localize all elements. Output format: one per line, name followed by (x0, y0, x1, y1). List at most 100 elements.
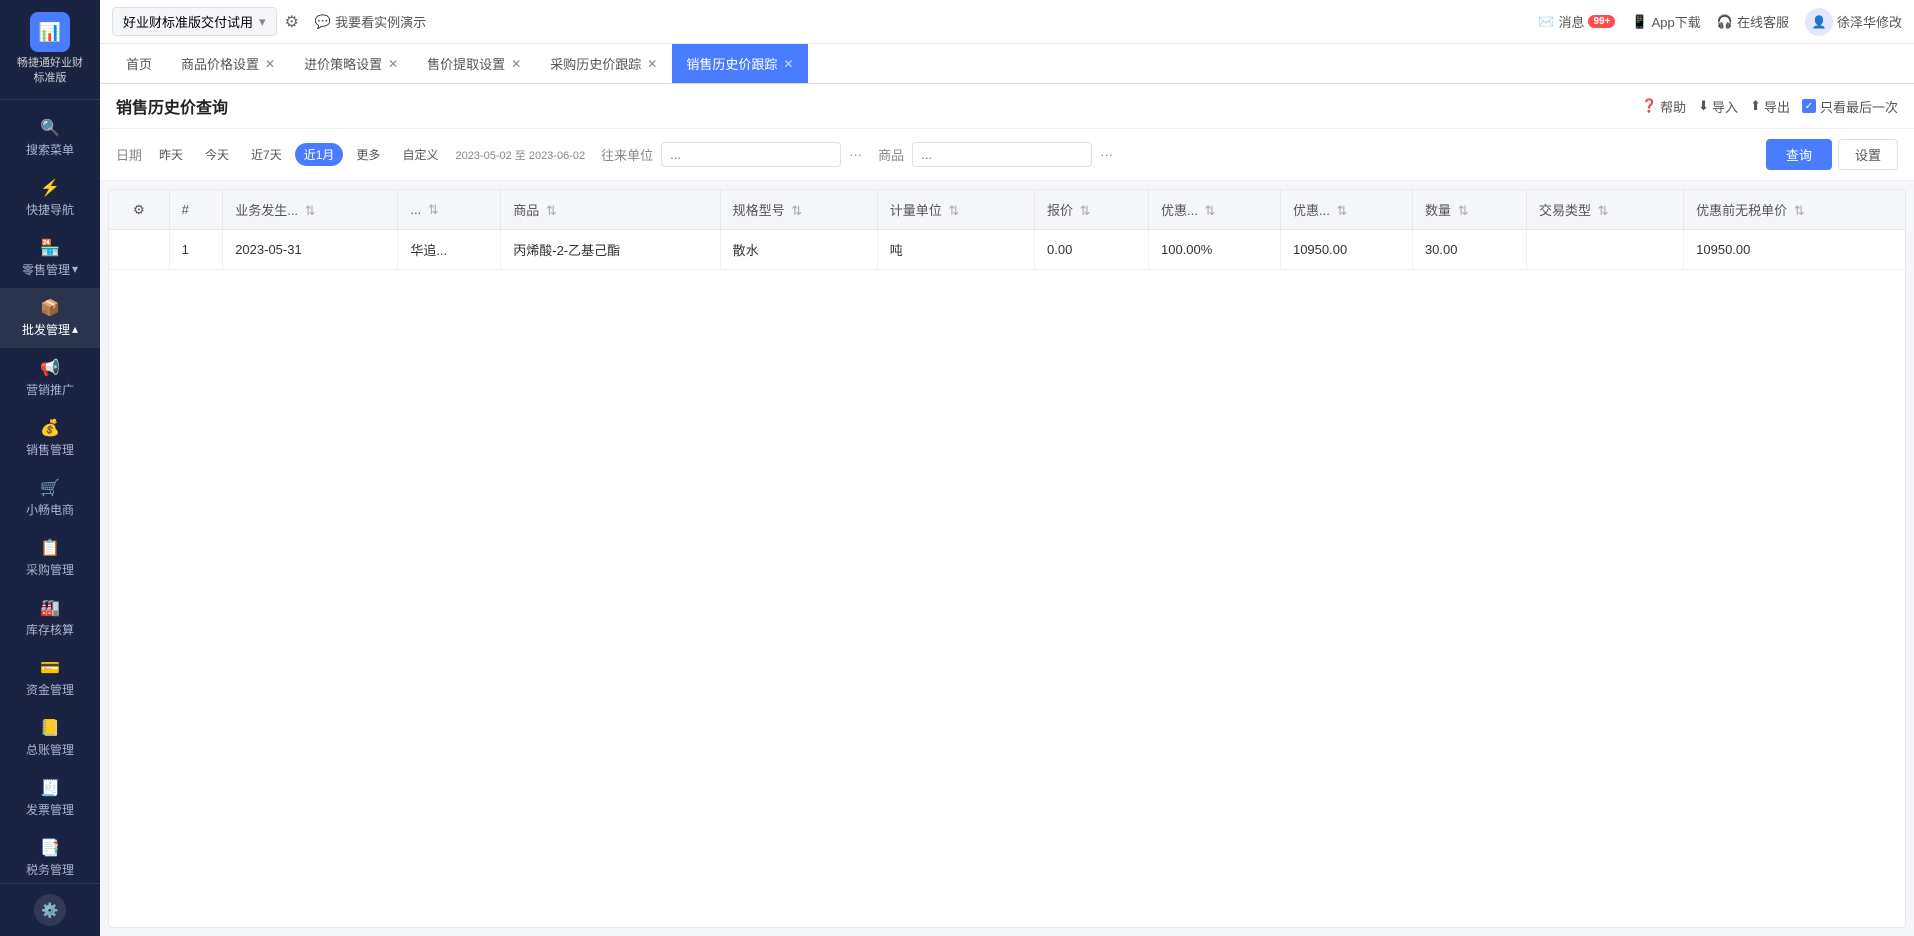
tab-product-price[interactable]: 商品价格设置 ✕ (167, 44, 290, 84)
th-price[interactable]: 报价 ⇅ (1035, 190, 1149, 230)
settings-icon[interactable]: ⚙️ (34, 894, 66, 926)
inventory-icon: 🏭 (40, 598, 60, 618)
sidebar-item-capital-mgmt[interactable]: 💳 资金管理 (0, 648, 100, 708)
td-tx-type (1526, 230, 1683, 270)
th-tx-type[interactable]: 交易类型 ⇅ (1526, 190, 1683, 230)
settings-button[interactable]: 设置 (1838, 139, 1898, 170)
main-content: 好业财标准版交付试用 ▾ ⚙ 💬 我要看实例演示 ✉️ 消息 99+ 📱 App… (100, 0, 1914, 936)
td-unit: 吨 (877, 230, 1034, 270)
close-icon[interactable]: ✕ (783, 57, 793, 71)
sidebar-item-quick-nav[interactable]: ⚡ 快捷导航 (0, 168, 100, 228)
topbar-right: ✉️ 消息 99+ 📱 App下载 🎧 在线客服 👤 徐泽华修改 (1538, 8, 1902, 36)
source-more-icon[interactable]: ··· (849, 147, 862, 162)
wholesale-icon: 📦 (40, 298, 60, 318)
th-discount2[interactable]: 优惠... ⇅ (1280, 190, 1412, 230)
td-spec: 散水 (720, 230, 877, 270)
app-logo-icon: 📊 (30, 12, 70, 52)
close-icon[interactable]: ✕ (265, 57, 275, 71)
demo-icon: 💬 (315, 14, 331, 30)
th-more1[interactable]: ... ⇅ (398, 190, 501, 230)
message-button[interactable]: ✉️ 消息 99+ (1538, 12, 1615, 31)
filter-section: 日期 昨天 今天 近7天 近1月 更多 自定义 2023-05-02 至 202… (100, 129, 1914, 181)
app-download-button[interactable]: 📱 App下载 (1631, 12, 1700, 31)
import-icon: ⬇ (1698, 98, 1709, 114)
search-icon: 🔍 (40, 118, 60, 138)
th-discount1[interactable]: 优惠... ⇅ (1148, 190, 1280, 230)
sidebar-item-tax-mgmt[interactable]: 📑 税务管理 (0, 828, 100, 883)
only-last-checkbox[interactable]: ✓ 只看最后一次 (1802, 97, 1898, 116)
ec-icon: 🛒 (40, 478, 60, 498)
export-link[interactable]: ⬆ 导出 (1750, 97, 1790, 116)
sidebar-item-xiaochang-ec[interactable]: 🛒 小畅电商 (0, 468, 100, 528)
sidebar-item-sales-mgmt[interactable]: 💰 销售管理 (0, 408, 100, 468)
tax-icon: 📑 (40, 838, 60, 858)
date-btn-yesterday[interactable]: 昨天 (150, 143, 192, 166)
th-pretax-price[interactable]: 优惠前无税单价 ⇅ (1684, 190, 1905, 230)
sort-icon: ⇅ (546, 203, 557, 218)
close-icon[interactable]: ✕ (388, 57, 398, 71)
td-gear (109, 230, 169, 270)
source-label: 往来单位 (601, 145, 653, 164)
td-biz-date: 2023-05-31 (223, 230, 398, 270)
version-selector[interactable]: 好业财标准版交付试用 ▾ (112, 7, 277, 36)
sidebar-item-retail-mgmt[interactable]: 🏪 零售管理 ▾ (0, 228, 100, 288)
gear-icon[interactable]: ⚙ (285, 12, 299, 32)
purchase-icon: 📋 (40, 538, 60, 558)
checkbox-icon: ✓ (1802, 99, 1816, 113)
date-btn-1month[interactable]: 近1月 (295, 143, 344, 166)
sidebar-item-marketing[interactable]: 📢 营销推广 (0, 348, 100, 408)
sidebar-logo: 📊 畅捷通好业财 标准版 (0, 0, 100, 100)
close-icon[interactable]: ✕ (511, 57, 521, 71)
message-badge: 99+ (1588, 15, 1615, 28)
demo-link[interactable]: 💬 我要看实例演示 (315, 12, 426, 31)
sidebar-item-invoice-mgmt[interactable]: 🧾 发票管理 (0, 768, 100, 828)
sort-icon: ⇅ (1458, 203, 1469, 218)
date-btn-today[interactable]: 今天 (196, 143, 238, 166)
user-menu[interactable]: 👤 徐泽华修改 (1805, 8, 1902, 36)
import-link[interactable]: ⬇ 导入 (1698, 97, 1738, 116)
source-input[interactable] (661, 142, 841, 167)
th-qty[interactable]: 数量 ⇅ (1412, 190, 1526, 230)
tab-price-extract[interactable]: 售价提取设置 ✕ (413, 44, 536, 84)
td-price: 0.00 (1035, 230, 1149, 270)
tab-price-strategy[interactable]: 进价策略设置 ✕ (290, 44, 413, 84)
sort-icon: ⇅ (791, 203, 802, 218)
online-service-button[interactable]: 🎧 在线客服 (1717, 12, 1789, 31)
sidebar-item-general-ledger[interactable]: 📒 总账管理 (0, 708, 100, 768)
query-button[interactable]: 查询 (1766, 139, 1832, 170)
chevron-up-icon: ▴ (72, 322, 78, 336)
sidebar-item-wholesale-mgmt[interactable]: 📦 批发管理 ▴ (0, 288, 100, 348)
tabbar: 首页 商品价格设置 ✕ 进价策略设置 ✕ 售价提取设置 ✕ 采购历史价跟踪 ✕ … (100, 44, 1914, 84)
sidebar-item-inventory[interactable]: 🏭 库存核算 (0, 588, 100, 648)
quick-nav-icon: ⚡ (40, 178, 60, 198)
app-logo-text: 畅捷通好业财 标准版 (17, 56, 83, 87)
tab-purchase-history[interactable]: 采购历史价跟踪 ✕ (536, 44, 672, 84)
date-btn-custom[interactable]: 自定义 (393, 143, 447, 166)
product-more-icon[interactable]: ··· (1100, 147, 1113, 162)
th-spec[interactable]: 规格型号 ⇅ (720, 190, 877, 230)
mobile-icon: 📱 (1631, 14, 1647, 30)
sidebar-item-search-menu[interactable]: 🔍 搜索菜单 (0, 108, 100, 168)
sidebar-item-purchase-mgmt[interactable]: 📋 采购管理 (0, 528, 100, 588)
date-btn-7days[interactable]: 近7天 (242, 143, 291, 166)
td-more1: 华追... (398, 230, 501, 270)
date-btn-more[interactable]: 更多 (347, 143, 389, 166)
th-unit[interactable]: 计量单位 ⇅ (877, 190, 1034, 230)
close-icon[interactable]: ✕ (647, 57, 657, 71)
tab-home[interactable]: 首页 (112, 44, 167, 84)
tab-sales-history[interactable]: 销售历史价跟踪 ✕ (672, 44, 808, 84)
td-pretax-price: 10950.00 (1684, 230, 1905, 270)
product-input[interactable] (912, 142, 1092, 167)
sidebar-menu: 🔍 搜索菜单 ⚡ 快捷导航 🏪 零售管理 ▾ 📦 批发管理 ▴ 📢 营销推广 (0, 100, 100, 883)
sidebar-bottom: ⚙️ (0, 883, 100, 936)
table-row: 1 2023-05-31 华追... 丙烯酸-2-乙基己酯 散水 吨 0.00 … (109, 230, 1905, 270)
td-discount2: 10950.00 (1280, 230, 1412, 270)
th-biz-date[interactable]: 业务发生... ⇅ (223, 190, 398, 230)
th-product[interactable]: 商品 ⇅ (501, 190, 720, 230)
th-gear[interactable]: ⚙ (109, 190, 169, 230)
sort-icon: ⇅ (428, 202, 439, 217)
product-label: 商品 (878, 145, 904, 164)
td-product: 丙烯酸-2-乙基己酯 (501, 230, 720, 270)
help-link[interactable]: ❓ 帮助 (1641, 97, 1686, 116)
page-title: 销售历史价查询 (116, 94, 228, 118)
